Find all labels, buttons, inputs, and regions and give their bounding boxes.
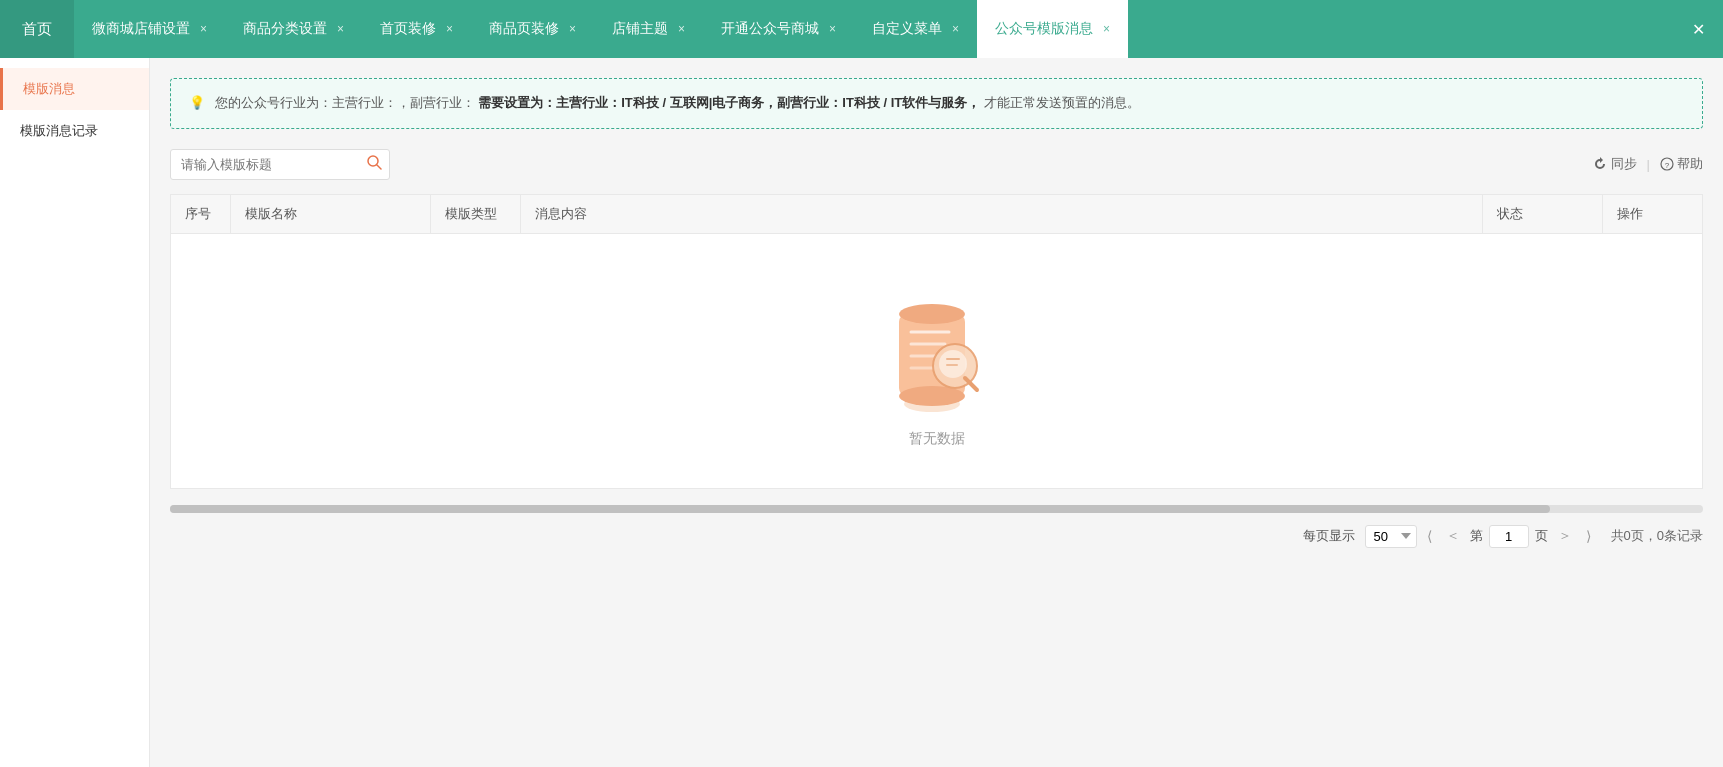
next-page-button[interactable]: ＞	[1554, 525, 1576, 547]
bulb-icon: 💡	[189, 95, 205, 110]
tab-shop-theme[interactable]: 店铺主题 ×	[594, 0, 703, 58]
main-layout: 模版消息 模版消息记录 💡 您的公众号行业为：主营行业：，副营行业： 需要设置为…	[0, 58, 1723, 767]
tab-open-mall-label: 开通公众号商城	[721, 20, 819, 38]
tab-product-decor-label: 商品页装修	[489, 20, 559, 38]
page-label-prefix: 第	[1470, 527, 1483, 545]
first-page-button[interactable]: ⟨	[1423, 526, 1436, 546]
close-tab-shop-settings[interactable]: ×	[200, 22, 207, 36]
tab-home-decor[interactable]: 首页装修 ×	[362, 0, 471, 58]
tab-template-msg-label: 公众号模版消息	[995, 20, 1093, 38]
sync-button[interactable]: 同步	[1593, 155, 1637, 173]
table-header-row: 序号 模版名称 模版类型 消息内容 状态 操作	[171, 194, 1703, 233]
col-name: 模版名称	[231, 194, 431, 233]
page-number-input[interactable]	[1489, 525, 1529, 548]
tab-shop-theme-label: 店铺主题	[612, 20, 668, 38]
col-content: 消息内容	[521, 194, 1483, 233]
search-input-wrap	[170, 149, 390, 180]
tab-template-msg[interactable]: 公众号模版消息 ×	[977, 0, 1128, 58]
search-icon	[367, 155, 382, 170]
refresh-icon	[1593, 157, 1607, 171]
sidebar: 模版消息 模版消息记录	[0, 58, 150, 767]
last-page-button[interactable]: ⟩	[1582, 526, 1595, 546]
tab-category-settings-label: 商品分类设置	[243, 20, 327, 38]
toolbar-divider: |	[1647, 157, 1650, 172]
content-area: 💡 您的公众号行业为：主营行业：，副营行业： 需要设置为：主营行业：IT科技 /…	[150, 58, 1723, 767]
col-action: 操作	[1603, 194, 1703, 233]
empty-state: 暂无数据	[170, 234, 1703, 489]
tab-shop-settings[interactable]: 微商城店铺设置 ×	[74, 0, 225, 58]
svg-line-1	[377, 165, 381, 169]
close-tab-shop-theme[interactable]: ×	[678, 22, 685, 36]
tab-home[interactable]: 首页	[0, 0, 74, 58]
per-page-select[interactable]: 50 10 20 100	[1365, 525, 1417, 548]
per-page-label: 每页显示	[1303, 527, 1355, 545]
tab-custom-menu-label: 自定义菜单	[872, 20, 942, 38]
pagination-bar: 每页显示 50 10 20 100 ⟨ ＜ 第 页 ＞ ⟩ 共0页，0条记录	[170, 513, 1703, 548]
page-label-suffix: 页	[1535, 527, 1548, 545]
close-tab-category-settings[interactable]: ×	[337, 22, 344, 36]
sidebar-item-template-msg-label: 模版消息	[23, 81, 75, 96]
close-tab-open-mall[interactable]: ×	[829, 22, 836, 36]
top-nav: 首页 微商城店铺设置 × 商品分类设置 × 首页装修 × 商品页装修 × 店铺主…	[0, 0, 1723, 58]
col-type: 模版类型	[431, 194, 521, 233]
tab-home-label: 首页	[22, 20, 52, 39]
tab-custom-menu[interactable]: 自定义菜单 ×	[854, 0, 977, 58]
col-index: 序号	[171, 194, 231, 233]
scrollbar-thumb	[170, 505, 1550, 513]
col-status: 状态	[1483, 194, 1603, 233]
svg-text:?: ?	[1665, 161, 1670, 170]
tab-shop-settings-label: 微商城店铺设置	[92, 20, 190, 38]
scrollbar-track[interactable]	[170, 505, 1703, 513]
sidebar-item-template-msg-log-label: 模版消息记录	[20, 123, 98, 138]
sidebar-item-template-msg[interactable]: 模版消息	[0, 68, 149, 110]
sync-label: 同步	[1611, 155, 1637, 173]
info-banner-prefix: 您的公众号行业为：主营行业：，副营行业：	[215, 95, 475, 110]
empty-illustration	[877, 294, 997, 414]
info-banner-highlight: 需要设置为：主营行业：IT科技 / 互联网|电子商务，副营行业：IT科技 / I…	[478, 95, 980, 110]
data-table: 序号 模版名称 模版类型 消息内容 状态 操作	[170, 194, 1703, 234]
pagination-total: 共0页，0条记录	[1611, 527, 1703, 545]
svg-point-7	[899, 386, 965, 406]
close-tab-custom-menu[interactable]: ×	[952, 22, 959, 36]
help-button[interactable]: ? 帮助	[1660, 155, 1703, 173]
search-bar: 同步 | ? 帮助	[170, 149, 1703, 180]
tab-open-mall[interactable]: 开通公众号商城 ×	[703, 0, 854, 58]
search-button[interactable]	[367, 155, 382, 173]
info-banner-suffix: 才能正常发送预置的消息。	[984, 95, 1140, 110]
help-icon: ?	[1660, 157, 1674, 171]
empty-state-text: 暂无数据	[191, 430, 1682, 448]
tab-category-settings[interactable]: 商品分类设置 ×	[225, 0, 362, 58]
close-tab-home-decor[interactable]: ×	[446, 22, 453, 36]
info-banner: 💡 您的公众号行业为：主营行业：，副营行业： 需要设置为：主营行业：IT科技 /…	[170, 78, 1703, 129]
search-right-actions: 同步 | ? 帮助	[1593, 155, 1703, 173]
tab-product-decor[interactable]: 商品页装修 ×	[471, 0, 594, 58]
close-tab-product-decor[interactable]: ×	[569, 22, 576, 36]
search-input[interactable]	[170, 149, 390, 180]
close-tab-template-msg[interactable]: ×	[1103, 22, 1110, 36]
close-all-button[interactable]: ✕	[1674, 20, 1723, 39]
help-label: 帮助	[1677, 155, 1703, 173]
tab-home-decor-label: 首页装修	[380, 20, 436, 38]
svg-point-6	[899, 304, 965, 324]
sidebar-item-template-msg-log[interactable]: 模版消息记录	[0, 110, 149, 152]
prev-page-button[interactable]: ＜	[1442, 525, 1464, 547]
